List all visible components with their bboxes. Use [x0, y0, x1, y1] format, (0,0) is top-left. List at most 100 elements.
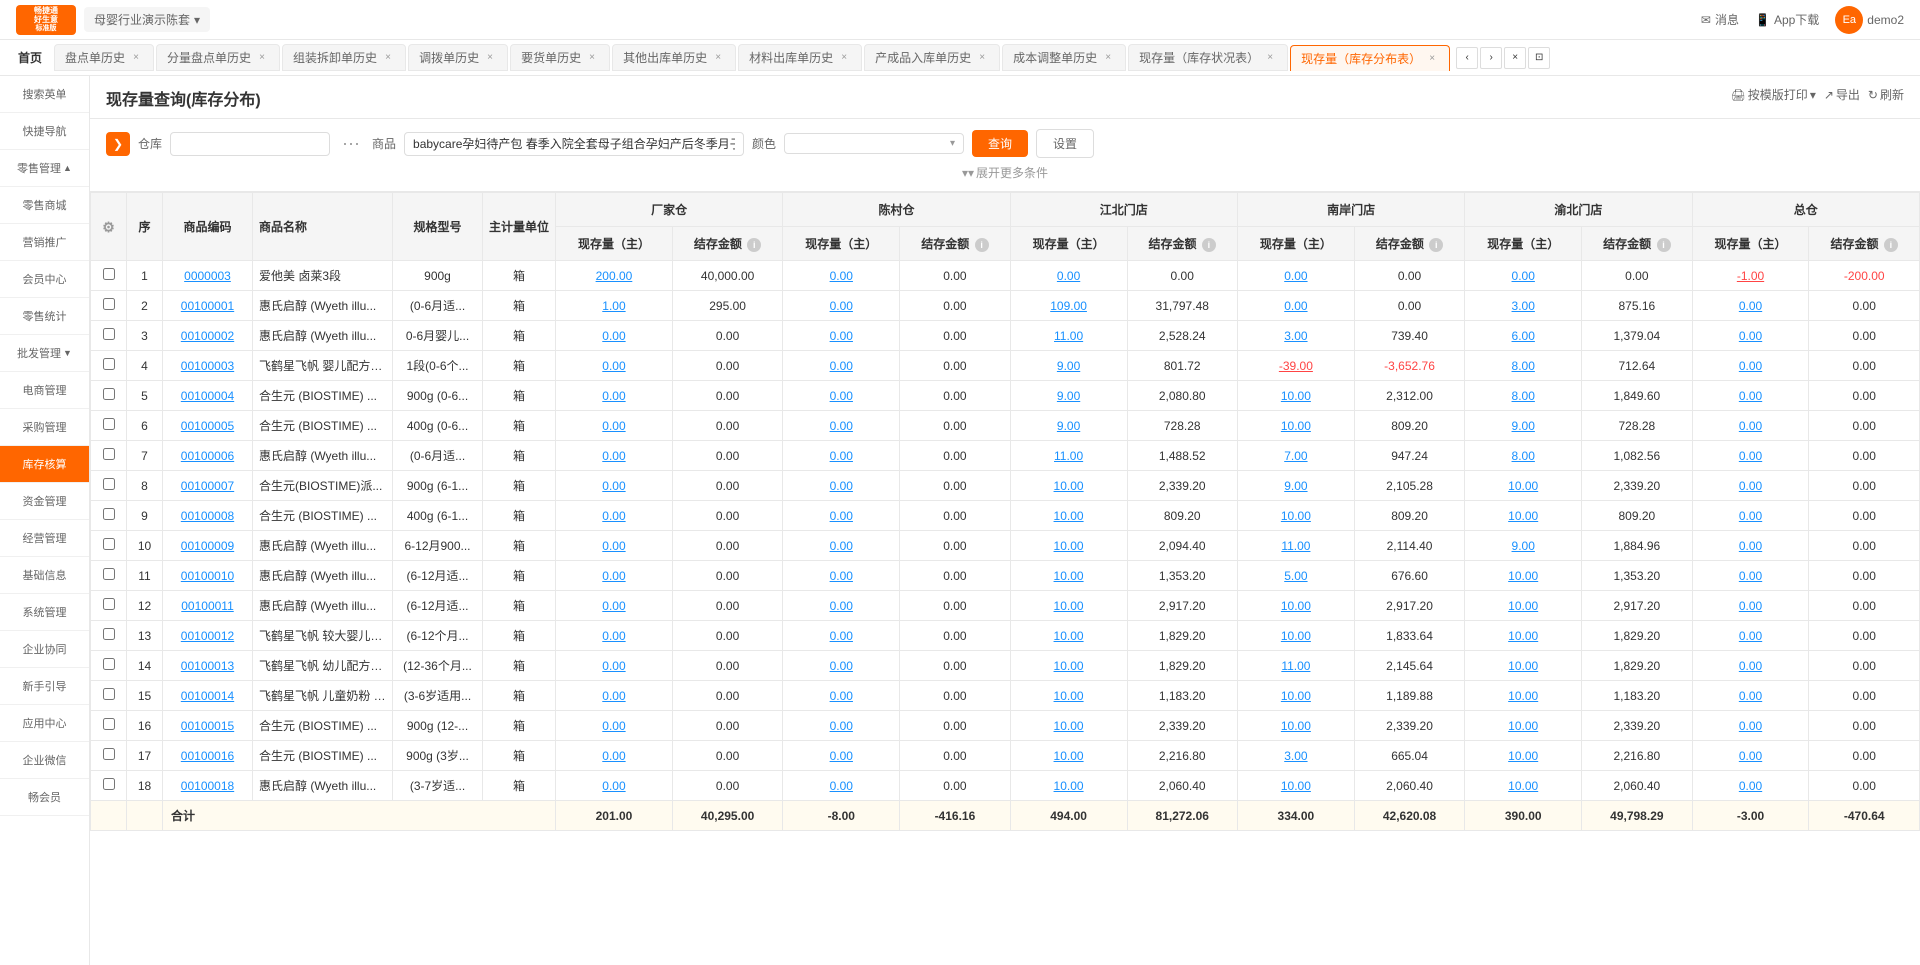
row-yb-stock[interactable]: 10.00 — [1465, 741, 1582, 771]
row-total-stock[interactable]: 0.00 — [1692, 441, 1809, 471]
info-icon[interactable]: i — [975, 238, 989, 252]
tab-split-count[interactable]: 分量盘点单历史 × — [156, 44, 280, 71]
row-chen-stock[interactable]: 0.00 — [783, 711, 900, 741]
row-fac-stock[interactable]: 0.00 — [556, 741, 673, 771]
row-ns-stock[interactable]: 10.00 — [1237, 711, 1354, 741]
row-ns-stock[interactable]: 10.00 — [1237, 621, 1354, 651]
print-btn[interactable]: 🖨 按模版打印 ▾ — [1731, 86, 1816, 103]
sidebar-item-finance[interactable]: 资金管理 — [0, 483, 89, 520]
row-total-stock[interactable]: 0.00 — [1692, 321, 1809, 351]
expand-conditions-btn[interactable]: ▾▾ 展开更多条件 — [962, 164, 1048, 181]
row-chen-stock[interactable]: 0.00 — [783, 561, 900, 591]
row-jb-stock[interactable]: 10.00 — [1010, 501, 1127, 531]
row-yb-stock[interactable]: 10.00 — [1465, 651, 1582, 681]
row-fac-stock[interactable]: 0.00 — [556, 441, 673, 471]
row-checkbox[interactable] — [91, 621, 127, 651]
row-yb-stock[interactable]: 10.00 — [1465, 771, 1582, 801]
row-checkbox[interactable] — [91, 411, 127, 441]
row-ns-stock[interactable]: 10.00 — [1237, 771, 1354, 801]
tab-assembly[interactable]: 组装拆卸单历史 × — [282, 44, 406, 71]
app-download-btn[interactable]: 📱 App下载 — [1755, 11, 1819, 28]
tab-menu-btn[interactable]: ⊡ — [1528, 47, 1550, 69]
row-yb-stock[interactable]: 8.00 — [1465, 441, 1582, 471]
row-chen-stock[interactable]: 0.00 — [783, 291, 900, 321]
tab-close-icon[interactable]: × — [255, 51, 269, 65]
row-total-stock[interactable]: 0.00 — [1692, 291, 1809, 321]
row-ns-stock[interactable]: 11.00 — [1237, 651, 1354, 681]
row-chen-stock[interactable]: 0.00 — [783, 501, 900, 531]
row-yb-stock[interactable]: 9.00 — [1465, 411, 1582, 441]
tab-requisition[interactable]: 要货单历史 × — [510, 44, 610, 71]
row-fac-stock[interactable]: 200.00 — [556, 261, 673, 291]
row-jb-stock[interactable]: 10.00 — [1010, 621, 1127, 651]
row-total-stock[interactable]: 0.00 — [1692, 771, 1809, 801]
tab-transfer[interactable]: 调拨单历史 × — [408, 44, 508, 71]
row-ns-stock[interactable]: 10.00 — [1237, 591, 1354, 621]
row-checkbox[interactable] — [91, 501, 127, 531]
row-yb-stock[interactable]: 10.00 — [1465, 621, 1582, 651]
row-ns-stock[interactable]: 10.00 — [1237, 411, 1354, 441]
row-yb-stock[interactable]: 10.00 — [1465, 681, 1582, 711]
row-fac-stock[interactable]: 0.00 — [556, 411, 673, 441]
row-chen-stock[interactable]: 0.00 — [783, 471, 900, 501]
tab-next-btn[interactable]: › — [1480, 47, 1502, 69]
row-chen-stock[interactable]: 0.00 — [783, 321, 900, 351]
row-fac-stock[interactable]: 0.00 — [556, 621, 673, 651]
row-fac-stock[interactable]: 0.00 — [556, 351, 673, 381]
row-total-stock[interactable]: 0.00 — [1692, 651, 1809, 681]
row-yb-stock[interactable]: 8.00 — [1465, 381, 1582, 411]
row-ns-stock[interactable]: 10.00 — [1237, 681, 1354, 711]
sidebar-item-retail-mgmt[interactable]: 零售管理 ▲ — [0, 150, 89, 187]
row-chen-stock[interactable]: 0.00 — [783, 591, 900, 621]
info-icon[interactable]: i — [1429, 238, 1443, 252]
tab-close-icon[interactable]: × — [837, 51, 851, 65]
row-total-stock[interactable]: 0.00 — [1692, 681, 1809, 711]
sidebar-item-collab[interactable]: 企业协同 — [0, 631, 89, 668]
sidebar-item-system[interactable]: 系统管理 — [0, 594, 89, 631]
row-chen-stock[interactable]: 0.00 — [783, 531, 900, 561]
row-yb-stock[interactable]: 6.00 — [1465, 321, 1582, 351]
settings-button[interactable]: 设置 — [1036, 129, 1094, 158]
row-jb-stock[interactable]: 0.00 — [1010, 261, 1127, 291]
row-yb-stock[interactable]: 8.00 — [1465, 351, 1582, 381]
tab-close-icon[interactable]: × — [1263, 51, 1277, 65]
tab-close-icon[interactable]: × — [129, 51, 143, 65]
row-total-stock[interactable]: -1.00 — [1692, 261, 1809, 291]
row-ns-stock[interactable]: 0.00 — [1237, 261, 1354, 291]
user-profile[interactable]: Ea demo2 — [1835, 6, 1904, 34]
row-ns-stock[interactable]: 5.00 — [1237, 561, 1354, 591]
row-jb-stock[interactable]: 9.00 — [1010, 411, 1127, 441]
row-total-stock[interactable]: 0.00 — [1692, 351, 1809, 381]
sidebar-item-retail-shop[interactable]: 零售商城 — [0, 187, 89, 224]
refresh-btn[interactable]: ↻ 刷新 — [1868, 86, 1904, 103]
row-fac-stock[interactable]: 0.00 — [556, 711, 673, 741]
row-yb-stock[interactable]: 9.00 — [1465, 531, 1582, 561]
row-yb-stock[interactable]: 10.00 — [1465, 501, 1582, 531]
row-jb-stock[interactable]: 10.00 — [1010, 771, 1127, 801]
row-jb-stock[interactable]: 10.00 — [1010, 681, 1127, 711]
row-ns-stock[interactable]: 7.00 — [1237, 441, 1354, 471]
tab-close-icon[interactable]: × — [975, 51, 989, 65]
row-yb-stock[interactable]: 10.00 — [1465, 561, 1582, 591]
tab-close-icon[interactable]: × — [711, 51, 725, 65]
row-chen-stock[interactable]: 0.00 — [783, 771, 900, 801]
row-checkbox[interactable] — [91, 591, 127, 621]
row-fac-stock[interactable]: 0.00 — [556, 381, 673, 411]
tab-close-all-btn[interactable]: × — [1504, 47, 1526, 69]
sidebar-item-quicknav[interactable]: 快捷导航 — [0, 113, 89, 150]
row-jb-stock[interactable]: 9.00 — [1010, 351, 1127, 381]
row-jb-stock[interactable]: 10.00 — [1010, 711, 1127, 741]
row-ns-stock[interactable]: 3.00 — [1237, 741, 1354, 771]
row-fac-stock[interactable]: 0.00 — [556, 561, 673, 591]
sidebar-item-retail-stats[interactable]: 零售统计 — [0, 298, 89, 335]
row-checkbox[interactable] — [91, 681, 127, 711]
row-jb-stock[interactable]: 9.00 — [1010, 381, 1127, 411]
info-icon[interactable]: i — [1884, 238, 1898, 252]
tab-close-icon[interactable]: × — [1425, 51, 1439, 65]
tab-material-out[interactable]: 材料出库单历史 × — [738, 44, 862, 71]
sidebar-item-guide[interactable]: 新手引导 — [0, 668, 89, 705]
row-yb-stock[interactable]: 10.00 — [1465, 471, 1582, 501]
goods-input[interactable] — [404, 132, 744, 156]
row-jb-stock[interactable]: 10.00 — [1010, 741, 1127, 771]
sidebar-item-member2[interactable]: 畅会员 — [0, 779, 89, 816]
